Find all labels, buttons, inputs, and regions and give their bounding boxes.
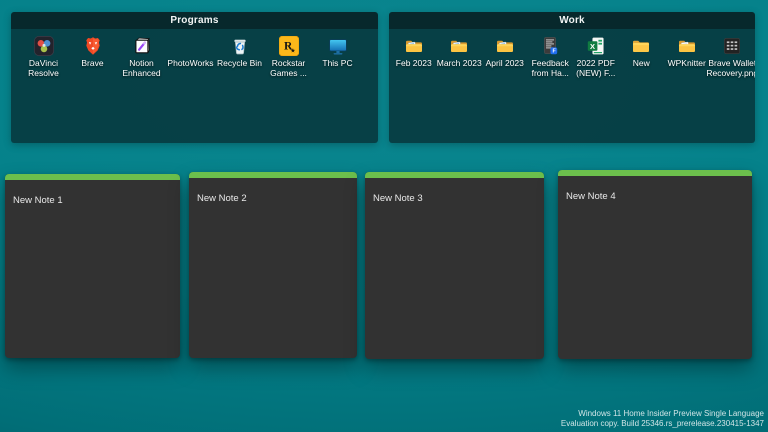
sticky-note-text[interactable]: New Note 2 — [197, 193, 349, 204]
icon-label: PhotoWorks — [165, 59, 217, 69]
watermark-line-2: Evaluation copy. Build 25346.rs_prerelea… — [561, 419, 764, 429]
desktop-icon-brave[interactable]: Brave — [68, 36, 117, 69]
icon-label: 2022 PDF (NEW) F... — [570, 59, 622, 78]
document-icon: F — [540, 36, 560, 56]
desktop-icon-rockstar-games[interactable]: R ★ Rockstar Games ... — [264, 36, 313, 78]
fence-work: Work Feb 2023 — [389, 12, 755, 143]
rockstar-games-icon: R ★ — [279, 36, 299, 56]
folder-icon — [677, 36, 697, 56]
recycle-bin-icon — [230, 36, 250, 56]
sticky-note-text[interactable]: New Note 4 — [566, 191, 744, 202]
sticky-note-3[interactable]: New Note 3 — [365, 172, 544, 359]
sticky-note-2[interactable]: New Note 2 — [189, 172, 357, 358]
desktop-icon-excel-file[interactable]: X 2022 PDF (NEW) F... — [573, 36, 619, 78]
sticky-note-accent-bar — [365, 172, 544, 178]
icon-label: Recycle Bin — [214, 59, 266, 69]
desktop-icon-photoworks[interactable]: PhotoWorks — [166, 36, 215, 69]
svg-text:X: X — [590, 42, 595, 51]
photoworks-icon — [181, 36, 201, 56]
sticky-note-text[interactable]: New Note 1 — [13, 195, 172, 206]
fence-work-body: Feb 2023 March 2023 — [389, 29, 755, 143]
icon-label: DaVinci Resolve — [18, 59, 70, 78]
brave-icon — [83, 36, 103, 56]
excel-file-icon: X — [586, 36, 606, 56]
sticky-note-4[interactable]: New Note 4 — [558, 170, 752, 359]
windows-evaluation-watermark: Windows 11 Home Insider Preview Single L… — [561, 409, 764, 428]
icon-label: This PC — [312, 59, 364, 69]
fence-programs-header[interactable]: Programs — [11, 12, 378, 29]
svg-text:★: ★ — [290, 47, 295, 54]
folder-empty-icon — [631, 36, 651, 56]
fence-programs: Programs DaVinci Resolve — [11, 12, 378, 143]
icon-label: Rockstar Games ... — [263, 59, 315, 78]
desktop-icon-brave-wallet-recovery[interactable]: Brave Wallet Recovery.png — [710, 36, 756, 78]
fence-title: Work — [559, 15, 585, 26]
icon-label: March 2023 — [433, 59, 485, 69]
desktop-icon-this-pc[interactable]: This PC — [313, 36, 362, 69]
sticky-note-1[interactable]: New Note 1 — [5, 174, 180, 358]
this-pc-icon — [328, 36, 348, 56]
icon-label: New — [615, 59, 667, 69]
desktop-icon-recycle-bin[interactable]: Recycle Bin — [215, 36, 264, 69]
sticky-note-accent-bar — [558, 170, 752, 176]
image-file-icon — [722, 36, 742, 56]
fence-programs-body: DaVinci Resolve Brave — [11, 29, 378, 143]
fence-title: Programs — [170, 15, 218, 26]
desktop-icon-new-folder[interactable]: New — [619, 36, 665, 69]
folder-icon — [404, 36, 424, 56]
watermark-line-1: Windows 11 Home Insider Preview Single L… — [561, 409, 764, 419]
sticky-note-accent-bar — [189, 172, 357, 178]
icon-label: Brave — [67, 59, 119, 69]
icon-label: WPKnitter — [661, 59, 713, 69]
davinci-resolve-icon — [34, 36, 54, 56]
sticky-note-text[interactable]: New Note 3 — [373, 193, 536, 204]
icon-label: Feb 2023 — [389, 59, 440, 69]
fence-work-header[interactable]: Work — [389, 12, 755, 29]
desktop-icon-notion-enhanced[interactable]: Notion Enhanced — [117, 36, 166, 78]
sticky-note-accent-bar — [5, 174, 180, 180]
desktop-icon-april-2023[interactable]: April 2023 — [482, 36, 528, 69]
folder-icon — [495, 36, 515, 56]
desktop-icon-feedback-document[interactable]: F Feedback from Ha... — [528, 36, 574, 78]
icon-label: Feedback from Ha... — [524, 59, 576, 78]
desktop-icon-feb-2023[interactable]: Feb 2023 — [391, 36, 437, 69]
desktop-icon-march-2023[interactable]: March 2023 — [437, 36, 483, 69]
icon-label: Notion Enhanced — [116, 59, 168, 78]
icon-label: Brave Wallet Recovery.png — [706, 59, 755, 78]
desktop-icon-wpknitter[interactable]: WPKnitter — [664, 36, 710, 69]
folder-icon — [449, 36, 469, 56]
notion-enhanced-icon — [132, 36, 152, 56]
icon-label: April 2023 — [479, 59, 531, 69]
desktop: Programs DaVinci Resolve — [0, 0, 768, 432]
desktop-icon-davinci-resolve[interactable]: DaVinci Resolve — [19, 36, 68, 78]
